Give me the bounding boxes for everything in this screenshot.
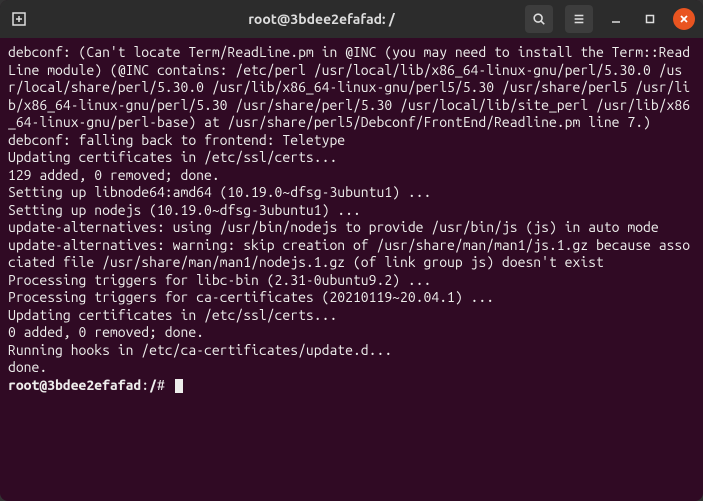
titlebar-left [8,8,158,30]
titlebar: root@3bdee2efafad: / [0,0,703,38]
minimize-button[interactable] [605,8,627,30]
menu-button[interactable] [565,5,593,33]
prompt-user-host: root@3bdee2efafad [8,377,141,393]
search-button[interactable] [525,5,553,33]
prompt: root@3bdee2efafad:/# [8,377,173,393]
prompt-path: / [149,377,157,393]
prompt-symbol: # [157,377,165,393]
cursor-icon [175,379,183,393]
titlebar-right [485,5,695,33]
terminal-body[interactable]: debconf: (Can't locate Term/ReadLine.pm … [0,38,703,501]
new-tab-button[interactable] [8,8,30,30]
close-button[interactable] [673,8,695,30]
window-title: root@3bdee2efafad: / [158,11,485,27]
terminal-output: debconf: (Can't locate Term/ReadLine.pm … [8,44,690,375]
maximize-button[interactable] [639,8,661,30]
terminal-window: root@3bdee2efafad: / debconf: (Can't loc… [0,0,703,501]
